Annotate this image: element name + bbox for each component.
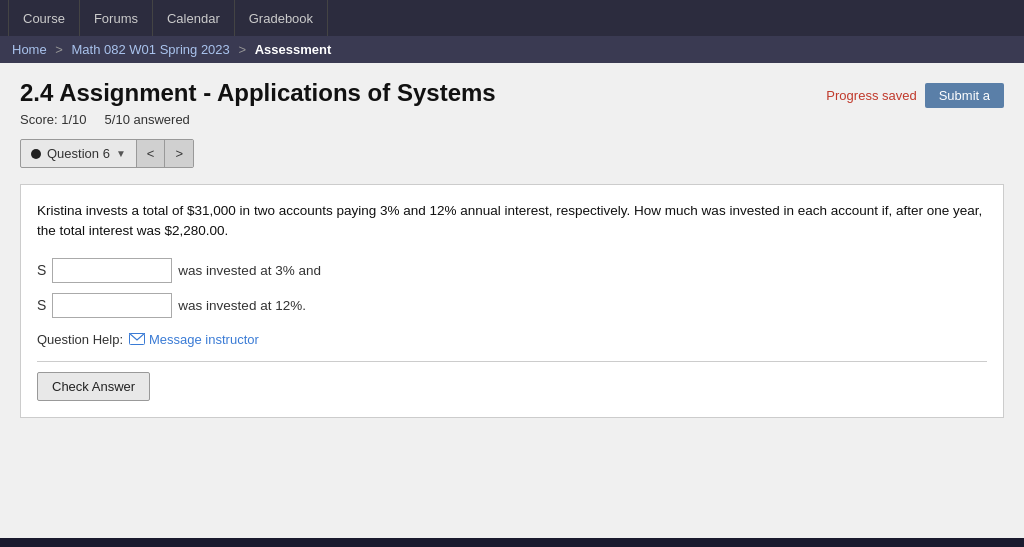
check-answer-button[interactable]: Check Answer <box>37 372 150 401</box>
main-content: 2.4 Assignment - Applications of Systems… <box>0 63 1024 538</box>
nav-tab-calendar[interactable]: Calendar <box>153 0 235 36</box>
question-dot <box>31 149 41 159</box>
input-row-1: S was invested at 3% and <box>37 258 987 283</box>
answered-count: 5/10 answered <box>105 112 190 127</box>
score-value: Score: 1/10 <box>20 112 87 127</box>
question-area: Kristina invests a total of $31,000 in t… <box>20 184 1004 418</box>
answer-input-2[interactable] <box>52 293 172 318</box>
breadcrumb-course[interactable]: Math 082 W01 Spring 2023 <box>72 42 230 57</box>
assignment-title: 2.4 Assignment - Applications of Systems <box>20 79 496 107</box>
dollar-sign-1: S <box>37 262 46 278</box>
question-dropdown[interactable]: Question 6 ▼ <box>21 140 137 167</box>
chevron-down-icon: ▼ <box>116 148 126 159</box>
header-actions: Progress saved Submit a <box>826 83 1004 108</box>
dollar-sign-2: S <box>37 297 46 313</box>
input2-label: was invested at 12%. <box>178 298 306 313</box>
input-row-2: S was invested at 12%. <box>37 293 987 318</box>
score-line: Score: 1/10 5/10 answered <box>20 112 1004 127</box>
question-help: Question Help: Message instructor <box>37 332 987 347</box>
divider <box>37 361 987 362</box>
nav-tab-forums[interactable]: Forums <box>80 0 153 36</box>
nav-tab-gradebook[interactable]: Gradebook <box>235 0 328 36</box>
breadcrumb-current: Assessment <box>255 42 332 57</box>
breadcrumb: Home > Math 082 W01 Spring 2023 > Assess… <box>0 36 1024 63</box>
submit-button[interactable]: Submit a <box>925 83 1004 108</box>
progress-saved: Progress saved <box>826 88 916 103</box>
nav-tab-course[interactable]: Course <box>8 0 80 36</box>
input1-label: was invested at 3% and <box>178 263 321 278</box>
question-selector: Question 6 ▼ < > <box>20 139 194 168</box>
next-question-button[interactable]: > <box>165 140 193 167</box>
breadcrumb-home[interactable]: Home <box>12 42 47 57</box>
message-instructor-label: Message instructor <box>149 332 259 347</box>
question-text: Kristina invests a total of $31,000 in t… <box>37 201 987 242</box>
prev-question-button[interactable]: < <box>137 140 166 167</box>
help-label: Question Help: <box>37 332 123 347</box>
message-instructor-link[interactable]: Message instructor <box>129 332 259 347</box>
question-label: Question 6 <box>47 146 110 161</box>
nav-bar: Course Forums Calendar Gradebook <box>0 0 1024 36</box>
envelope-icon <box>129 333 145 345</box>
assignment-header: 2.4 Assignment - Applications of Systems… <box>20 79 1004 108</box>
breadcrumb-separator-2: > <box>238 42 246 57</box>
answer-input-1[interactable] <box>52 258 172 283</box>
breadcrumb-separator-1: > <box>55 42 63 57</box>
